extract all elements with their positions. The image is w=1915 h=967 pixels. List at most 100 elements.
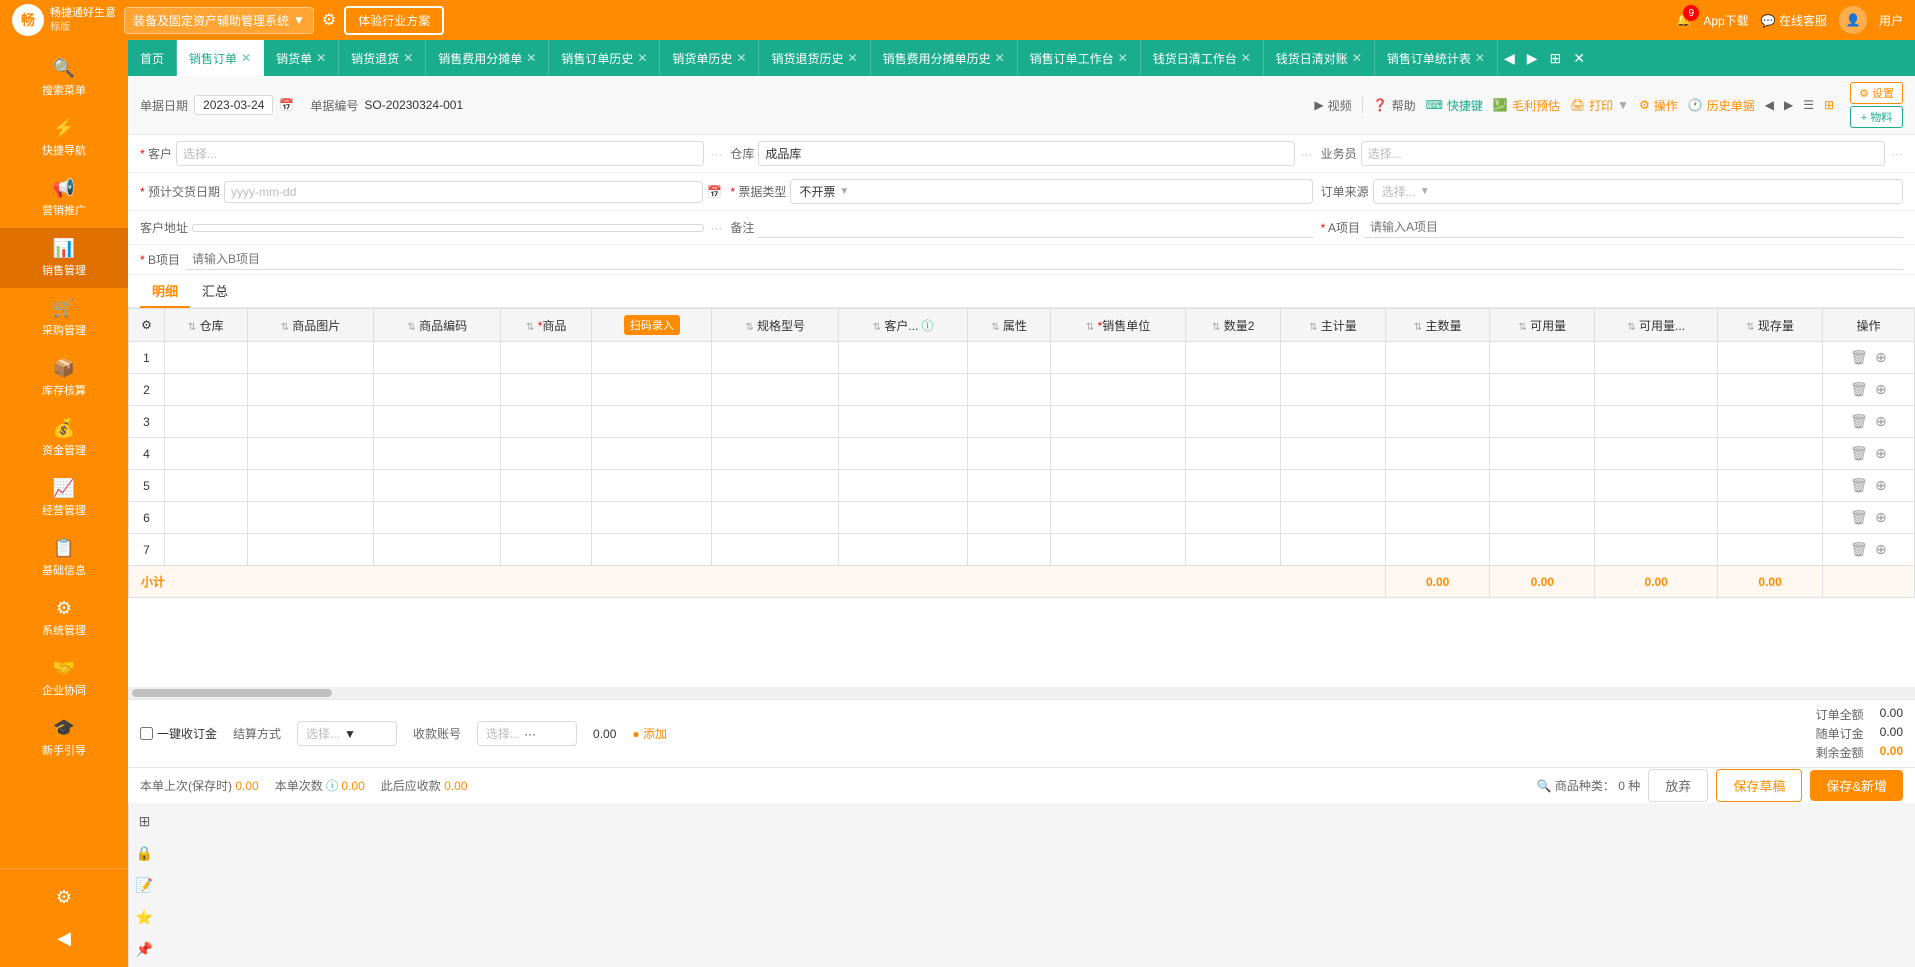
r2-product[interactable] xyxy=(501,374,592,406)
row-attr-1[interactable] xyxy=(968,342,1051,374)
customer-col-info-icon[interactable]: ⓘ xyxy=(922,319,934,333)
add-btn[interactable]: ● 添加 xyxy=(632,725,667,742)
operate-btn[interactable]: ⚙ 操作 xyxy=(1639,97,1678,114)
row-spec-1[interactable] xyxy=(712,342,839,374)
delete-row-btn[interactable]: 🗑 xyxy=(1848,539,1870,559)
payment-method-dropdown[interactable]: 选择... ▼ xyxy=(297,721,397,746)
copy-row-btn[interactable]: ⊕ xyxy=(1873,507,1889,527)
copy-row-btn[interactable]: ⊕ xyxy=(1873,539,1889,559)
sidebar-item-settings[interactable]: ⚙ xyxy=(0,877,128,918)
scroll-thumb[interactable] xyxy=(132,689,332,697)
delete-row-btn[interactable]: 🗑 xyxy=(1848,347,1870,367)
tab-order-history[interactable]: 销售订单历史 ✕ xyxy=(549,40,660,76)
a-project-input[interactable] xyxy=(1364,217,1903,238)
delete-row-btn[interactable]: 🗑 xyxy=(1848,507,1870,527)
tab-sales-goods[interactable]: 销货单 ✕ xyxy=(264,40,339,76)
tab-fee-history[interactable]: 销售费用分摊单历史 ✕ xyxy=(871,40,1018,76)
tab-cash-workbench[interactable]: 钱货日清工作台 ✕ xyxy=(1141,40,1264,76)
tab-close-icon[interactable]: ✕ xyxy=(637,51,647,65)
tab-close-icon[interactable]: ✕ xyxy=(1352,51,1362,65)
row-code-1[interactable] xyxy=(374,342,501,374)
online-service-link[interactable]: 💬 在线客服 xyxy=(1761,12,1827,29)
app-download-link[interactable]: App下载 xyxy=(1703,12,1748,29)
tab-sales-fee[interactable]: 销售费用分摊单 ✕ xyxy=(426,40,549,76)
help-btn[interactable]: ❓ 帮助 xyxy=(1373,97,1416,114)
staff-dots[interactable]: ··· xyxy=(1891,147,1903,161)
tab-more-btn[interactable]: ⊞ xyxy=(1544,50,1568,67)
customer-input[interactable]: 选择... xyxy=(176,141,704,166)
sidebar-item-inventory[interactable]: 📦 库存核算 xyxy=(0,348,128,408)
row-customer-1[interactable] xyxy=(839,342,968,374)
tab-close-icon[interactable]: ✕ xyxy=(1118,51,1128,65)
right-tool-2[interactable]: 🔒 xyxy=(131,839,159,867)
row-unit-1[interactable] xyxy=(1050,342,1185,374)
delete-row-btn[interactable]: 🗑 xyxy=(1848,411,1870,431)
list-view-btn[interactable]: ☰ xyxy=(1803,98,1814,112)
tab-cash-reconcile[interactable]: 钱货日清对账 ✕ xyxy=(1264,40,1375,76)
sidebar-item-base[interactable]: 📋 基础信息 xyxy=(0,528,128,588)
tab-close-icon[interactable]: ✕ xyxy=(1241,51,1251,65)
settings-icon[interactable]: ⚙ xyxy=(322,10,336,30)
customer-dots[interactable]: ··· xyxy=(710,147,722,161)
notification-bell[interactable]: 🔔 9 xyxy=(1676,13,1691,27)
sidebar-item-enterprise[interactable]: 🤝 企业协同 xyxy=(0,648,128,708)
delete-row-btn[interactable]: 🗑 xyxy=(1848,379,1870,399)
settings-button[interactable]: ⚙ 设置 xyxy=(1850,82,1903,104)
copy-row-btn[interactable]: ⊕ xyxy=(1873,411,1889,431)
row-qty2-1[interactable] xyxy=(1186,342,1281,374)
b-project-input[interactable] xyxy=(186,249,1903,270)
tab-next-btn[interactable]: ▶ xyxy=(1521,50,1544,67)
sidebar-item-sales[interactable]: 📊 销售管理 xyxy=(0,228,128,288)
tab-goods-history[interactable]: 销货单历史 ✕ xyxy=(660,40,759,76)
history-btn[interactable]: 🕐 历史单据 xyxy=(1688,97,1755,114)
sidebar-item-purchase[interactable]: 🛒 采购管理 xyxy=(0,288,128,348)
save-new-button[interactable]: 保存&新增 xyxy=(1810,770,1903,801)
tab-close-icon[interactable]: ✕ xyxy=(316,51,326,65)
staff-input[interactable]: 选择... xyxy=(1361,141,1885,166)
order-source-dropdown[interactable]: 选择... ▼ xyxy=(1373,179,1903,204)
info-icon[interactable]: ⓘ xyxy=(326,779,338,793)
tab-prev-btn[interactable]: ◀ xyxy=(1498,50,1521,67)
grid-view-btn[interactable]: ⊞ xyxy=(1824,98,1834,112)
warehouse-input[interactable]: 成品库 xyxy=(758,141,1294,166)
row-main-qty-1[interactable] xyxy=(1385,342,1490,374)
copy-row-btn[interactable]: ⊕ xyxy=(1873,347,1889,367)
horizontal-scrollbar[interactable] xyxy=(128,687,1915,699)
sidebar-item-finance[interactable]: 💰 资金管理 xyxy=(0,408,128,468)
tab-home[interactable]: 首页 xyxy=(128,40,177,76)
one-key-checkbox-input[interactable] xyxy=(140,727,153,740)
discard-button[interactable]: 放弃 xyxy=(1648,769,1708,802)
tab-close-icon[interactable]: ✕ xyxy=(526,51,536,65)
account-dropdown[interactable]: 选择... ··· xyxy=(477,721,577,746)
sidebar-item-nav[interactable]: ⚡ 快捷导航 xyxy=(0,108,128,168)
nav-prev-btn[interactable]: ◀ xyxy=(1765,98,1774,112)
invoice-dropdown[interactable]: 不开票 ▼ xyxy=(790,179,1312,204)
one-key-checkout-checkbox[interactable]: 一键收订金 xyxy=(140,725,217,742)
delete-row-btn[interactable]: 🗑 xyxy=(1848,443,1870,463)
tab-summary[interactable]: 汇总 xyxy=(190,275,240,308)
view-btn[interactable]: ▶ 视频 xyxy=(1314,97,1351,114)
sidebar-item-system[interactable]: ⚙ 系统管理 xyxy=(0,588,128,648)
tab-close-icon[interactable]: ✕ xyxy=(1475,51,1485,65)
tab-close-icon[interactable]: ✕ xyxy=(403,51,413,65)
tab-close-icon[interactable]: ✕ xyxy=(995,51,1005,65)
calendar2-icon[interactable]: 📅 xyxy=(707,185,722,199)
calendar-icon[interactable]: 📅 xyxy=(279,98,294,112)
tab-close-icon[interactable]: ✕ xyxy=(736,51,746,65)
print-btn[interactable]: 🖨 打印 ▼ xyxy=(1570,97,1629,114)
delete-row-btn[interactable]: 🗑 xyxy=(1848,475,1870,495)
tab-order-workbench[interactable]: 销售订单工作台 ✕ xyxy=(1018,40,1141,76)
tab-stats[interactable]: 销售订单统计表 ✕ xyxy=(1375,40,1498,76)
r2-warehouse[interactable] xyxy=(165,374,248,406)
right-tool-4[interactable]: ⭐ xyxy=(131,903,159,931)
col-settings[interactable]: ⚙ xyxy=(129,309,165,342)
right-tool-3[interactable]: 📝 xyxy=(131,871,159,899)
tab-sales-order[interactable]: 销售订单 ✕ xyxy=(177,40,264,76)
save-draft-button[interactable]: 保存草稿 xyxy=(1716,769,1802,802)
copy-row-btn[interactable]: ⊕ xyxy=(1873,475,1889,495)
system-selector[interactable]: 装备及固定资产辅助管理系统 ▼ xyxy=(124,7,314,34)
add-material-button[interactable]: + 物料 xyxy=(1850,106,1903,128)
row-warehouse-1[interactable] xyxy=(165,342,248,374)
sidebar-item-guide[interactable]: 🎓 新手引导 xyxy=(0,708,128,768)
tab-close-icon[interactable]: ✕ xyxy=(848,51,858,65)
